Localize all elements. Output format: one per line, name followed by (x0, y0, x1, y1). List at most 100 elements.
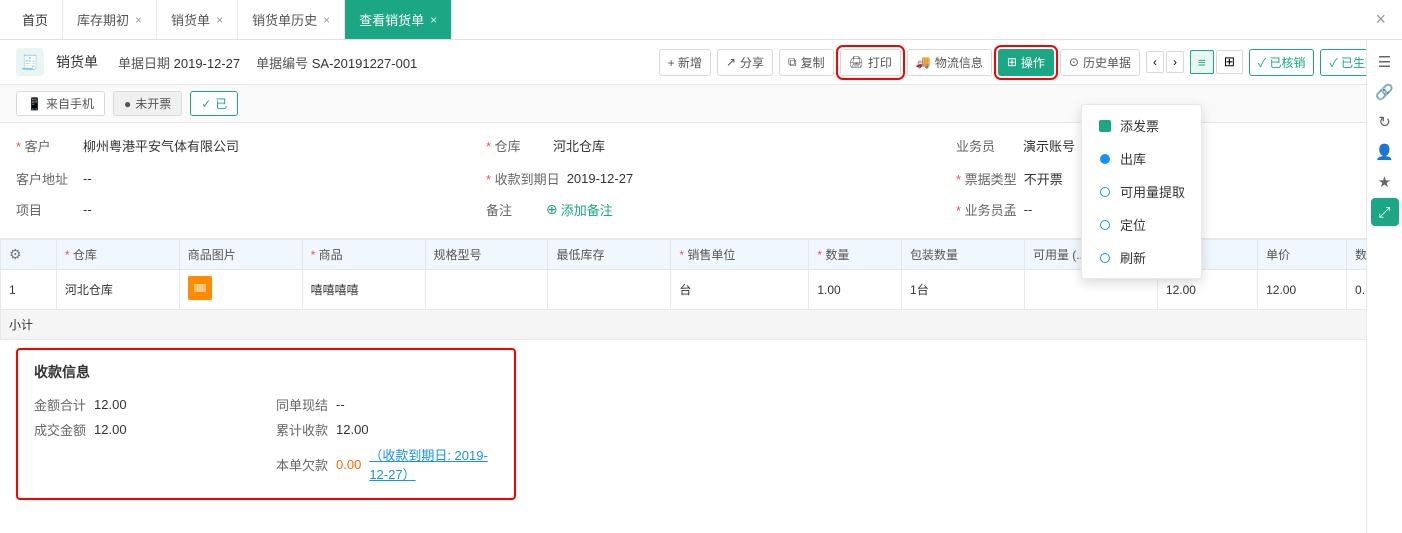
unopened-button[interactable]: ● 未开票 (113, 91, 182, 116)
col-warehouse: 仓库 (56, 240, 179, 270)
operations-wrapper: ⊞ 操作 (998, 49, 1054, 76)
payment-section: 收款信息 金额合计 12.00 成交金额 12.00 同单现结 -- (16, 348, 516, 500)
next-button[interactable]: › (1166, 51, 1184, 73)
operations-button[interactable]: ⊞ 操作 (998, 49, 1054, 76)
close-inventory-tab[interactable]: × (135, 13, 142, 27)
sidebar-expand-icon[interactable]: ⤢ (1371, 198, 1399, 226)
invoice-icon: ● (124, 97, 131, 111)
close-all-tabs[interactable]: × (1367, 9, 1394, 30)
address-value: -- (76, 168, 156, 189)
menu-item-refresh[interactable]: 刷新 (1082, 241, 1201, 274)
outbound-label: 出库 (1120, 149, 1146, 168)
col-product: 商品 (302, 240, 425, 270)
tab-inventory[interactable]: 库存期初 × (63, 0, 157, 39)
payment-row-cumulative: 累计收款 12.00 (276, 417, 498, 442)
project-label: 项目 (16, 200, 76, 219)
payment-row-total: 金额合计 12.00 (34, 392, 256, 417)
menu-item-available-extract[interactable]: 可用量提取 (1082, 175, 1201, 208)
warehouse-value: 河北仓库 (546, 133, 626, 158)
product-image (188, 276, 212, 300)
warehouse-label: 仓库 (486, 136, 546, 155)
payment-row-same-settle: 同单现结 -- (276, 392, 498, 417)
sidebar-refresh-icon[interactable]: ↻ (1371, 108, 1399, 136)
cumulative-value: 12.00 (336, 422, 369, 437)
locate-label: 定位 (1120, 215, 1146, 234)
close-view-sales-tab[interactable]: × (430, 13, 437, 27)
logistics-button[interactable]: 🚚 物流信息 (907, 49, 992, 76)
phone-icon: 📱 (27, 97, 42, 111)
col-quantity: 数量 (809, 240, 902, 270)
doc-type-label: 销货单 (56, 52, 98, 72)
refresh-icon (1098, 251, 1112, 265)
tab-view-sales[interactable]: 查看销货单 × (345, 0, 452, 39)
cell-spec (425, 270, 548, 310)
tab-sales[interactable]: 销货单 × (157, 0, 238, 39)
cumulative-label: 累计收款 (276, 420, 328, 439)
menu-item-add-invoice[interactable]: 添发票 (1082, 109, 1201, 142)
deal-label: 成交金额 (34, 420, 86, 439)
col-unit-price: 单价 (1258, 240, 1347, 270)
address-field: 客户地址 -- (16, 168, 446, 189)
settings-icon[interactable]: ⚙ (9, 246, 22, 262)
col-image: 商品图片 (179, 240, 302, 270)
refresh-label: 刷新 (1120, 248, 1146, 267)
locate-icon (1098, 218, 1112, 232)
print-button[interactable]: 🖨 打印 (840, 49, 901, 76)
sidebar-list-icon[interactable]: ☰ (1371, 48, 1399, 76)
note-label: 备注 (486, 200, 546, 219)
total-label: 金额合计 (34, 395, 86, 414)
history-icon: ⊙ (1069, 55, 1079, 69)
col-unit: 销售单位 (671, 240, 809, 270)
main-content: 🧾 销货单 单据日期 2019-12-27 单据编号 SA-20191227-0… (0, 40, 1402, 533)
new-button[interactable]: + 新增 (659, 49, 711, 76)
copy-button[interactable]: ⧉ 复制 (779, 49, 834, 76)
from-phone-button[interactable]: 📱 来自手机 (16, 91, 105, 116)
arrears-suffix[interactable]: （收款到期日: 2019-12-27） (369, 445, 498, 483)
outbound-icon (1098, 152, 1112, 166)
total-value: 12.00 (94, 397, 127, 412)
cell-product: 嘻嘻嘻嘻 (302, 270, 425, 310)
tab-home[interactable]: 首页 (8, 0, 63, 39)
menu-item-locate[interactable]: 定位 (1082, 208, 1201, 241)
cell-unit-price: 12.00 (1258, 270, 1347, 310)
menu-item-outbound[interactable]: 出库 (1082, 142, 1201, 175)
sidebar-star-icon[interactable]: ★ (1371, 168, 1399, 196)
prev-button[interactable]: ‹ (1146, 51, 1164, 73)
staff-label: 业务员 (956, 136, 1016, 155)
grid-icon: ⊞ (1007, 55, 1017, 69)
confirm-button[interactable]: ✓ 已 (190, 91, 238, 116)
arrears-label: 本单欠款 (276, 455, 328, 474)
ticket-label: 票据类型 (956, 169, 1017, 188)
close-history-tab[interactable]: × (323, 13, 330, 27)
tab-sales-history[interactable]: 销货单历史 × (238, 0, 345, 39)
view-toggle: ≡ ⊞ (1190, 50, 1243, 74)
add-invoice-label: 添发票 (1120, 116, 1159, 135)
toolbar: + 新增 ↗ 分享 ⧉ 复制 🖨 打印 🚚 物流信息 (659, 49, 1386, 76)
check-icon: ✓ (201, 97, 211, 111)
dropdown-menu: 添发票 出库 可用量提取 定位 刷新 (1081, 104, 1202, 279)
cell-package-qty: 1台 (902, 270, 1025, 310)
sidebar-person-icon[interactable]: 👤 (1371, 138, 1399, 166)
share-icon: ↗ (726, 55, 736, 69)
doc-date: 单据日期 2019-12-27 (118, 53, 240, 72)
copy-icon: ⧉ (788, 55, 797, 70)
arrears-value: 0.00 (336, 457, 361, 472)
due-date-value: 2019-12-27 (560, 168, 641, 189)
due-date-field: 收款到期日 2019-12-27 (486, 168, 916, 189)
customer-label: 客户 (16, 136, 76, 155)
salesperson-label: 业务员孟 (956, 200, 1017, 219)
due-date-label: 收款到期日 (486, 169, 560, 188)
sidebar-link-icon[interactable]: 🔗 (1371, 78, 1399, 106)
available-extract-icon (1098, 185, 1112, 199)
list-view-button[interactable]: ≡ (1190, 50, 1214, 74)
add-invoice-icon (1098, 119, 1112, 133)
truck-icon: 🚚 (916, 55, 931, 69)
deal-value: 12.00 (94, 422, 127, 437)
cell-quantity: 1.00 (809, 270, 902, 310)
close-sales-tab[interactable]: × (216, 13, 223, 27)
grid-view-button[interactable]: ⊞ (1216, 50, 1243, 74)
history-button[interactable]: ⊙ 历史单据 (1060, 49, 1140, 76)
share-button[interactable]: ↗ 分享 (717, 49, 773, 76)
sold-button[interactable]: ✓ 已核销 (1249, 49, 1315, 76)
add-note-button[interactable]: 添加备注 (546, 200, 613, 219)
